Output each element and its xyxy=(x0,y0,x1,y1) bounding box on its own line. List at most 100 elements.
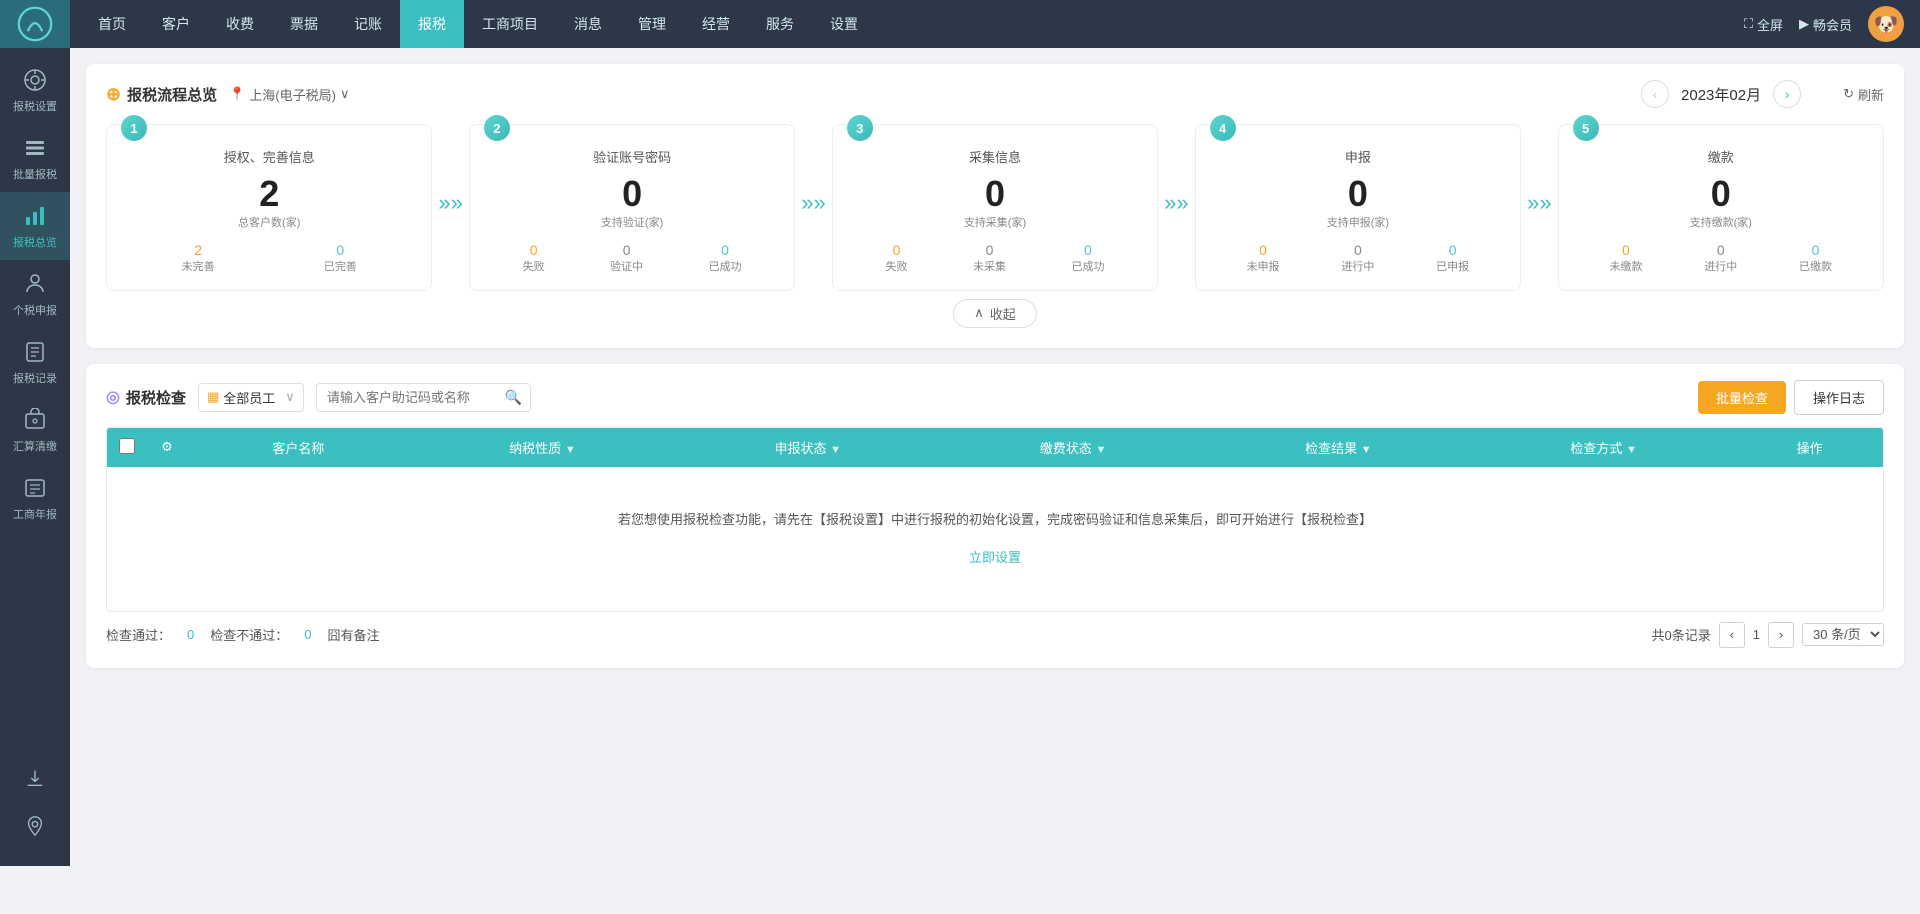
step-arrow-4: »» xyxy=(1521,190,1557,216)
step-stats-3: 0 失败 0 未采集 0 已成功 xyxy=(853,242,1137,274)
location-icon-small: 📍 xyxy=(229,86,245,102)
per-page-select[interactable]: 30 条/页 xyxy=(1802,623,1884,646)
location-icon xyxy=(21,812,49,840)
batch-check-btn[interactable]: 批量检查 xyxy=(1698,381,1786,414)
flow-step-5: 5 缴款 0 支持缴款(家) 0 未缴款 0 进行中 0 已缴款 xyxy=(1558,124,1884,291)
fullscreen-btn[interactable]: ⛶ 全屏 xyxy=(1744,15,1783,34)
total-label: 共0条记录 xyxy=(1652,625,1711,644)
flow-overview-title: ⊕ 报税流程总览 xyxy=(106,84,217,105)
annual-report-icon xyxy=(21,474,49,502)
step-stat-4-1: 0 进行中 xyxy=(1341,242,1374,274)
search-box: 🔍 xyxy=(316,383,531,412)
sidebar-item-settlement[interactable]: 汇算清缴 xyxy=(0,396,70,464)
step-count-4: 0 xyxy=(1216,174,1500,214)
next-page-btn[interactable]: › xyxy=(1768,622,1794,648)
sidebar-item-individual-tax[interactable]: 个税申报 xyxy=(0,260,70,328)
nav-customer[interactable]: 客户 xyxy=(144,0,208,48)
flow-step-4: 4 申报 0 支持申报(家) 0 未申报 0 进行中 0 已申报 xyxy=(1195,124,1521,291)
nav-home[interactable]: 首页 xyxy=(80,0,144,48)
flow-step-1: 1 授权、完善信息 2 总客户数(家) 2 未完善 0 已完善 xyxy=(106,124,432,291)
step-sub-4: 支持申报(家) xyxy=(1216,214,1500,230)
prev-month-btn[interactable]: ‹ xyxy=(1641,80,1669,108)
step-stat-val-3-0: 0 xyxy=(886,242,908,258)
step-stat-label-5-0: 未缴款 xyxy=(1609,258,1642,274)
settlement-icon xyxy=(21,406,49,434)
collapse-icon: ∧ xyxy=(974,305,984,321)
flow-overview-header: ⊕ 报税流程总览 📍 上海(电子税局) ∨ ‹ 2023年02月 › ↻ 刷新 xyxy=(106,80,1884,108)
nav-settings[interactable]: 设置 xyxy=(812,0,876,48)
sidebar-item-location[interactable] xyxy=(0,802,70,850)
nav-manage[interactable]: 管理 xyxy=(620,0,684,48)
check-method-filter-icon[interactable]: ▼ xyxy=(1626,444,1637,456)
step-num-5: 5 xyxy=(1573,115,1599,141)
step-stat-3-0: 0 失败 xyxy=(886,242,908,274)
step-stat-2-0: 0 失败 xyxy=(523,242,545,274)
table-header-checkbox-col xyxy=(107,428,147,467)
step-stat-val-2-0: 0 xyxy=(523,242,545,258)
nav-operation[interactable]: 经营 xyxy=(684,0,748,48)
table-header-operation: 操作 xyxy=(1736,428,1883,467)
tax-check-section: ◎ 报税检查 ▦ 全部员工 ∨ 🔍 批量检查 操作日志 xyxy=(86,364,1904,668)
table-header-tax-nature: 纳税性质 ▼ xyxy=(410,428,675,467)
next-month-btn[interactable]: › xyxy=(1773,80,1801,108)
employee-select[interactable]: ▦ 全部员工 ∨ xyxy=(198,383,304,412)
step-count-1: 2 xyxy=(127,174,411,214)
batch-tax-icon xyxy=(21,134,49,162)
avatar[interactable]: 🐶 xyxy=(1868,6,1904,42)
step-sub-2: 支持验证(家) xyxy=(490,214,774,230)
collapse-bar: ∧ 收起 xyxy=(106,291,1884,332)
operation-log-btn[interactable]: 操作日志 xyxy=(1794,380,1884,415)
nav-tax[interactable]: 报税 xyxy=(400,0,464,48)
nav-service[interactable]: 服务 xyxy=(748,0,812,48)
location-badge[interactable]: 📍 上海(电子税局) ∨ xyxy=(229,85,349,104)
pass-count[interactable]: 0 xyxy=(187,627,194,642)
nav-items: 首页 客户 收费 票据 记账 报税 工商项目 消息 管理 经营 服务 设置 xyxy=(70,0,1744,48)
nav-fee[interactable]: 收费 xyxy=(208,0,272,48)
refresh-btn[interactable]: ↻ 刷新 xyxy=(1843,85,1884,104)
main-content: ⊕ 报税流程总览 📍 上海(电子税局) ∨ ‹ 2023年02月 › ↻ 刷新 … xyxy=(70,48,1920,866)
sidebar: 报税设置 批量报税 报税总览 个税申报 报税记录 汇算清缴 工商年报 xyxy=(0,48,70,866)
declare-status-filter-icon[interactable]: ▼ xyxy=(830,444,841,456)
step-title-1: 授权、完善信息 xyxy=(127,147,411,166)
fail-count[interactable]: 0 xyxy=(304,627,311,642)
step-num-3: 3 xyxy=(847,115,873,141)
sidebar-item-tax-records[interactable]: 报税记录 xyxy=(0,328,70,396)
search-button[interactable]: 🔍 xyxy=(497,384,530,411)
prev-page-btn[interactable]: ‹ xyxy=(1719,622,1745,648)
chevron-down-icon: ∨ xyxy=(340,86,350,102)
pay-status-filter-icon[interactable]: ▼ xyxy=(1095,444,1106,456)
tax-nature-filter-icon[interactable]: ▼ xyxy=(565,444,576,456)
setup-link[interactable]: 立即设置 xyxy=(969,550,1021,565)
step-title-3: 采集信息 xyxy=(853,147,1137,166)
step-count-2: 0 xyxy=(490,174,774,214)
table-header-settings-col: ⚙ xyxy=(147,428,187,467)
note-label: 囧有备注 xyxy=(328,625,380,644)
nav-commerce[interactable]: 工商项目 xyxy=(464,0,556,48)
collapse-btn[interactable]: ∧ 收起 xyxy=(953,299,1037,328)
sidebar-item-annual-report[interactable]: 工商年报 xyxy=(0,464,70,532)
nav-message[interactable]: 消息 xyxy=(556,0,620,48)
fullscreen-label: 全屏 xyxy=(1757,15,1783,34)
nav-bookkeeping[interactable]: 记账 xyxy=(336,0,400,48)
sidebar-item-download[interactable] xyxy=(0,754,70,802)
nav-invoice[interactable]: 票据 xyxy=(272,0,336,48)
tax-records-icon xyxy=(21,338,49,366)
vip-btn[interactable]: ▶ 畅会员 xyxy=(1799,15,1852,34)
select-all-checkbox[interactable] xyxy=(119,438,135,454)
check-result-filter-icon[interactable]: ▼ xyxy=(1361,444,1372,456)
logo-icon xyxy=(17,6,53,42)
sidebar-item-batch-tax[interactable]: 批量报税 xyxy=(0,124,70,192)
search-input[interactable] xyxy=(317,385,497,410)
sidebar-item-tax-overview-label: 报税总览 xyxy=(13,234,57,250)
footer-right: 共0条记录 ‹ 1 › 30 条/页 xyxy=(1652,622,1884,648)
table-settings-icon[interactable]: ⚙ xyxy=(161,439,173,454)
step-stat-2-1: 0 验证中 xyxy=(610,242,643,274)
step-title-5: 缴款 xyxy=(1579,147,1863,166)
sidebar-item-tax-settings[interactable]: 报税设置 xyxy=(0,56,70,124)
flow-overview-section: ⊕ 报税流程总览 📍 上海(电子税局) ∨ ‹ 2023年02月 › ↻ 刷新 … xyxy=(86,64,1904,348)
fail-label: 检查不通过： xyxy=(210,625,288,644)
step-stat-label-4-1: 进行中 xyxy=(1341,258,1374,274)
step-stat-val-5-1: 0 xyxy=(1704,242,1737,258)
check-table-wrapper: ⚙ 客户名称 纳税性质 ▼ 申报状态 ▼ xyxy=(106,427,1884,612)
sidebar-item-tax-overview[interactable]: 报税总览 xyxy=(0,192,70,260)
